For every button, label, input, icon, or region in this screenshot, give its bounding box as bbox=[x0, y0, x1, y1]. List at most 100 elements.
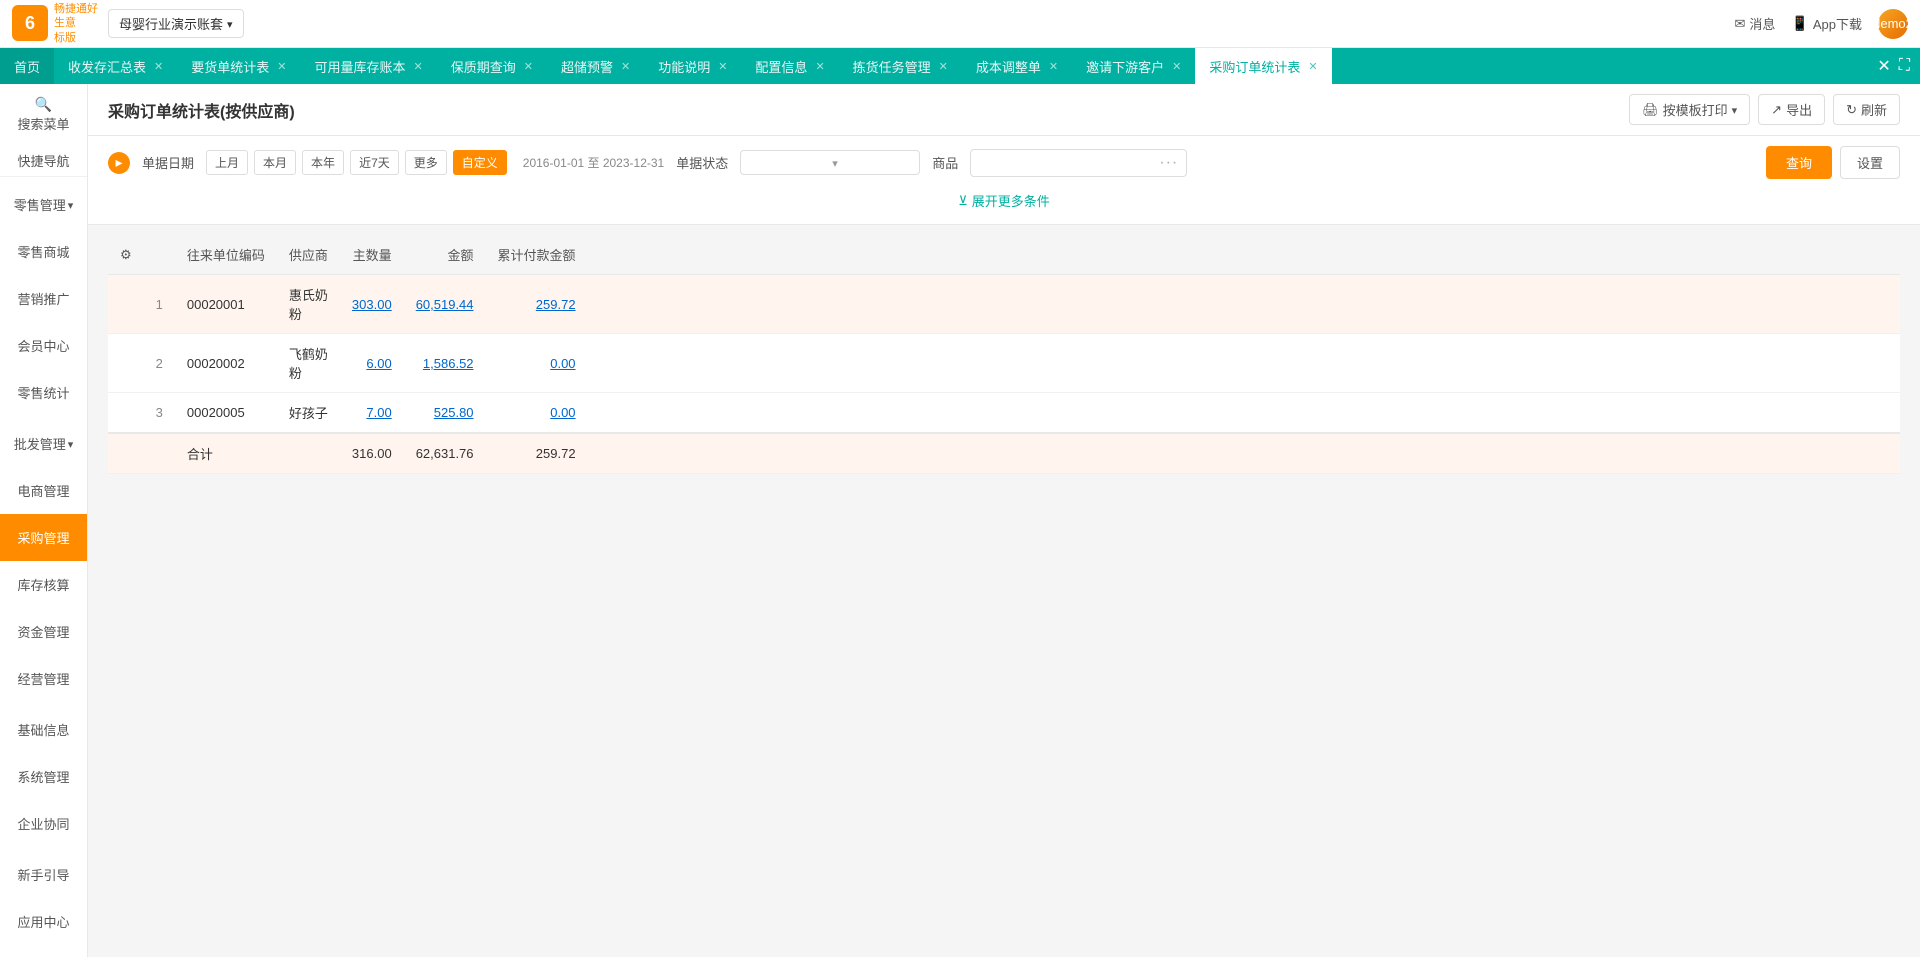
close-icon[interactable]: ✕ bbox=[1172, 60, 1181, 73]
goods-input[interactable]: ··· bbox=[970, 149, 1187, 177]
message-icon bbox=[1735, 16, 1746, 32]
tab-expiry-query[interactable]: 保质期查询 ✕ bbox=[437, 48, 547, 84]
date-btn-this-month[interactable]: 本月 bbox=[254, 150, 296, 175]
tab-pick-task[interactable]: 拣货任务管理 ✕ bbox=[839, 48, 962, 84]
sidebar-item-operations-mgmt[interactable]: 经营管理 bbox=[0, 655, 87, 702]
tab-overstock-warning[interactable]: 超储预警 ✕ bbox=[547, 48, 644, 84]
date-btn-custom[interactable]: 自定义 bbox=[453, 150, 507, 175]
logo-icon: 6 bbox=[12, 5, 48, 41]
close-icon[interactable]: ✕ bbox=[1049, 60, 1058, 73]
col-supplier-code: 往来单位编码 bbox=[175, 235, 277, 275]
col-settings[interactable]: ⚙ bbox=[108, 235, 144, 275]
message-btn[interactable]: 消息 bbox=[1735, 14, 1776, 33]
goods-filter-label: 商品 bbox=[932, 153, 958, 172]
row-amount[interactable]: 525.80 bbox=[404, 393, 486, 434]
sidebar-item-enterprise-coop[interactable]: 企业协同 bbox=[0, 800, 87, 847]
app-download-btn[interactable]: App下载 bbox=[1791, 14, 1862, 33]
settings-icon: ⚙ bbox=[120, 247, 132, 262]
sidebar-item-ecommerce-mgmt[interactable]: 电商管理 bbox=[0, 467, 87, 514]
tab-inventory-account[interactable]: 可用量库存账本 ✕ bbox=[300, 48, 436, 84]
row-paid-amount[interactable]: 259.72 bbox=[486, 275, 588, 334]
more-icon: ··· bbox=[1159, 154, 1178, 172]
date-btn-this-year[interactable]: 本年 bbox=[302, 150, 344, 175]
refresh-btn[interactable]: ↻ 刷新 bbox=[1833, 94, 1900, 125]
settings-btn[interactable]: 设置 bbox=[1840, 146, 1900, 179]
footer-extra bbox=[588, 433, 1900, 474]
footer-seq-col bbox=[144, 433, 175, 474]
tab-invite-downstream[interactable]: 邀请下游客户 ✕ bbox=[1072, 48, 1195, 84]
sidebar-item-system-mgmt[interactable]: 系统管理 bbox=[0, 753, 87, 800]
sidebar-item-purchase-mgmt[interactable]: 采购管理 bbox=[0, 514, 87, 561]
chevron-right-icon: ▸ bbox=[115, 154, 122, 171]
row-paid-amount[interactable]: 0.00 bbox=[486, 393, 588, 434]
footer-row: 合计 316.00 62,631.76 259.72 bbox=[108, 433, 1900, 474]
close-icon[interactable]: ✕ bbox=[939, 60, 948, 73]
date-btn-last-month[interactable]: 上月 bbox=[206, 150, 248, 175]
row-main-qty[interactable]: 7.00 bbox=[340, 393, 404, 434]
row-paid-amount[interactable]: 0.00 bbox=[486, 334, 588, 393]
tab-config-info[interactable]: 配置信息 ✕ bbox=[741, 48, 838, 84]
tab-order-summary[interactable]: 要货单统计表 ✕ bbox=[177, 48, 300, 84]
close-icon[interactable]: ✕ bbox=[414, 60, 423, 73]
close-icon[interactable]: ✕ bbox=[718, 60, 727, 73]
row-extra bbox=[588, 393, 1900, 434]
row-main-qty[interactable]: 6.00 bbox=[340, 334, 404, 393]
date-filter-label: 单据日期 bbox=[142, 153, 194, 172]
tab-cost-adjust[interactable]: 成本调整单 ✕ bbox=[962, 48, 1072, 84]
refresh-icon: ↻ bbox=[1846, 102, 1857, 118]
sidebar-item-retail-stats[interactable]: 零售统计 bbox=[0, 369, 87, 416]
logo-area: 6 畅捷通好生意 标版 bbox=[12, 2, 100, 45]
nav-tab-close-all[interactable]: ✕ ⛶ bbox=[1867, 56, 1920, 76]
row-main-qty[interactable]: 303.00 bbox=[340, 275, 404, 334]
sidebar-item-member-center[interactable]: 会员中心 bbox=[0, 322, 87, 369]
close-icon[interactable]: ✕ bbox=[621, 60, 630, 73]
logo-text: 畅捷通好生意 标版 bbox=[54, 2, 100, 45]
expand-conditions-btn[interactable]: ⊻ 展开更多条件 bbox=[950, 187, 1058, 214]
col-seq bbox=[144, 235, 175, 275]
col-main-qty: 主数量 bbox=[340, 235, 404, 275]
close-icon[interactable]: ✕ bbox=[1308, 60, 1317, 73]
sidebar-search-btn[interactable]: 搜索菜单 bbox=[0, 84, 87, 145]
goods-text-input[interactable] bbox=[979, 155, 1155, 170]
sidebar-item-basic-info[interactable]: 基础信息 bbox=[0, 706, 87, 753]
tab-function-desc[interactable]: 功能说明 ✕ bbox=[644, 48, 741, 84]
sidebar-item-inventory-check[interactable]: 库存核算 bbox=[0, 561, 87, 608]
sidebar-item-new-guide[interactable]: 新手引导 bbox=[0, 851, 87, 898]
sidebar-item-retail-shop[interactable]: 零售商城 bbox=[0, 228, 87, 275]
row-amount[interactable]: 60,519.44 bbox=[404, 275, 486, 334]
footer-paid-amount: 259.72 bbox=[486, 433, 588, 474]
close-icon[interactable]: ✕ bbox=[815, 60, 824, 73]
maximize-icon: ⛶ bbox=[1899, 57, 1910, 75]
close-icon[interactable]: ✕ bbox=[154, 60, 163, 73]
status-select[interactable] bbox=[740, 150, 920, 175]
close-icon[interactable]: ✕ bbox=[524, 60, 533, 73]
content-area: 采购订单统计表(按供应商) 🖨 按模板打印 ↗ 导出 ↻ 刷新 bbox=[88, 84, 1920, 957]
query-btn[interactable]: 查询 bbox=[1766, 146, 1832, 179]
row-amount[interactable]: 1,586.52 bbox=[404, 334, 486, 393]
sidebar-item-finance-mgmt[interactable]: 资金管理 bbox=[0, 608, 87, 655]
row-extra bbox=[588, 334, 1900, 393]
workspace-selector[interactable]: 母婴行业演示账套 bbox=[108, 9, 244, 38]
sidebar-item-app-center[interactable]: 应用中心 bbox=[0, 898, 87, 945]
user-avatar[interactable]: demo2 bbox=[1878, 9, 1908, 39]
row-supplier-name: 好孩子 bbox=[277, 393, 340, 434]
sidebar-item-enterprise-wechat[interactable]: 企业微信 bbox=[0, 945, 87, 957]
row-supplier-code: 00020001 bbox=[175, 275, 277, 334]
tab-home[interactable]: 首页 bbox=[0, 48, 54, 84]
tab-receive-summary[interactable]: 收发存汇总表 ✕ bbox=[54, 48, 177, 84]
sidebar-item-retail-mgmt[interactable]: 零售管理 bbox=[0, 181, 87, 228]
print-btn[interactable]: 🖨 按模板打印 bbox=[1629, 94, 1750, 125]
filter-toggle-btn[interactable]: ▸ bbox=[108, 152, 130, 174]
col-extra bbox=[588, 235, 1900, 275]
export-btn[interactable]: ↗ 导出 bbox=[1758, 94, 1825, 125]
table-header: ⚙ 往来单位编码 供应商 主数量 金额 累计付款金额 bbox=[108, 235, 1900, 275]
date-btn-more[interactable]: 更多 bbox=[405, 150, 447, 175]
sidebar-item-quick-nav[interactable]: 快捷导航 bbox=[0, 145, 87, 177]
tab-purchase-order-summary[interactable]: 采购订单统计表 ✕ bbox=[1195, 48, 1331, 84]
row-settings bbox=[108, 275, 144, 334]
date-btn-7days[interactable]: 近7天 bbox=[350, 150, 399, 175]
sidebar-item-wholesale-mgmt[interactable]: 批发管理 bbox=[0, 420, 87, 467]
footer-supplier-col bbox=[277, 433, 340, 474]
sidebar-item-marketing[interactable]: 营销推广 bbox=[0, 275, 87, 322]
close-icon[interactable]: ✕ bbox=[277, 60, 286, 73]
